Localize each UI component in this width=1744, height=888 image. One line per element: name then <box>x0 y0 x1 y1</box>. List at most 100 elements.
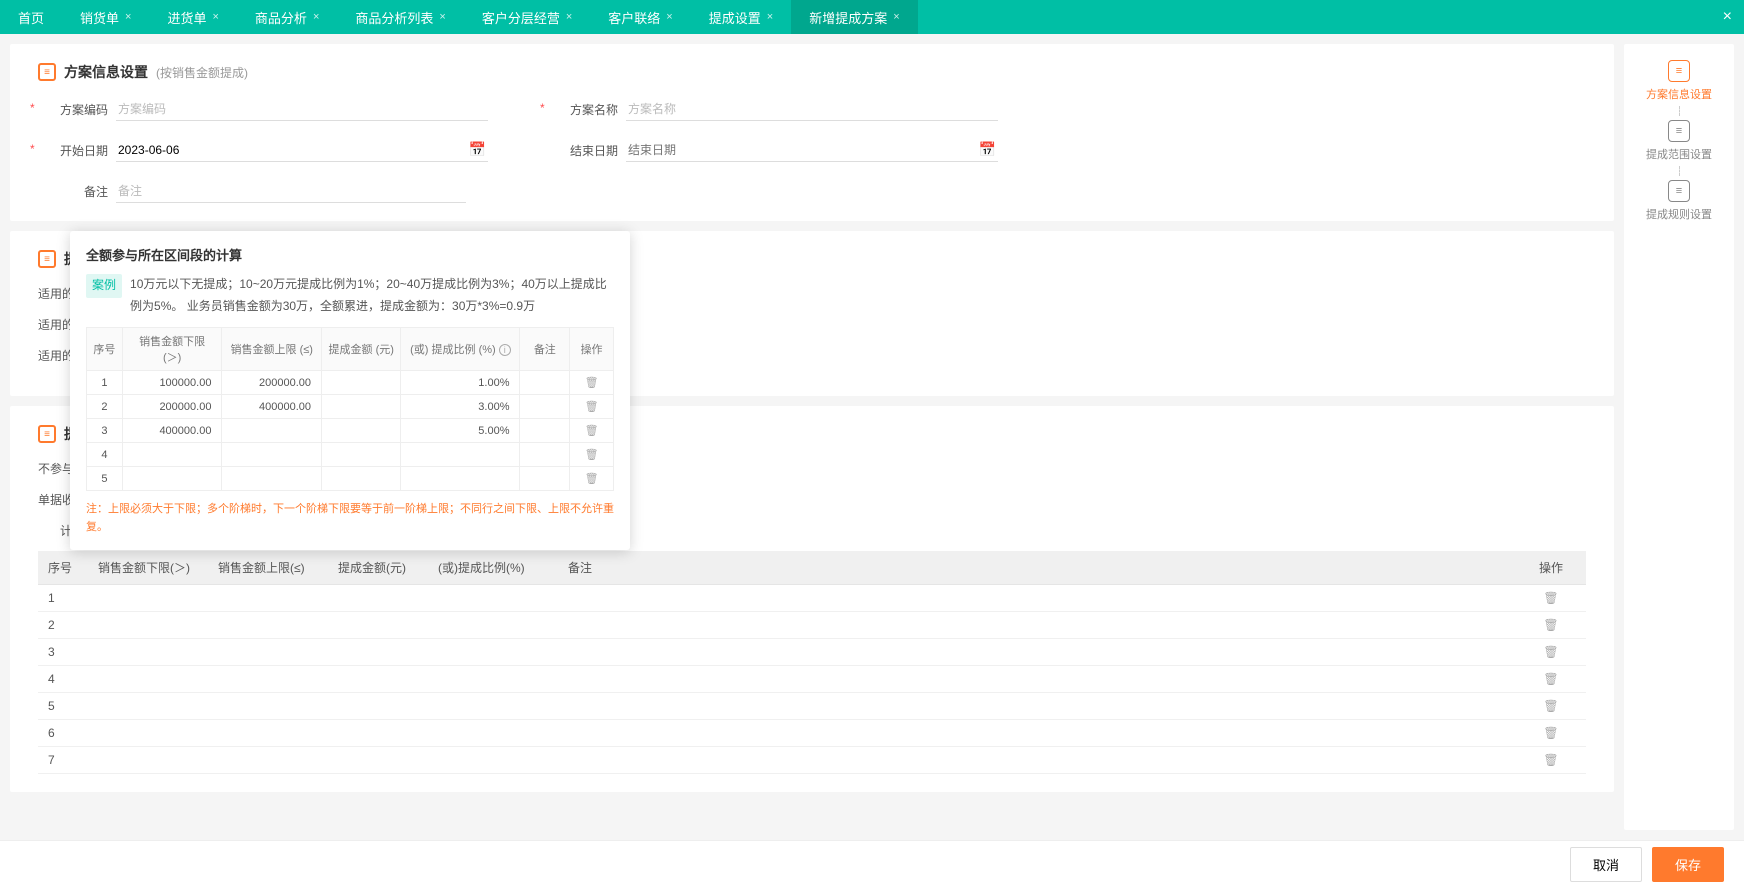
step-icon: ≡ <box>1668 180 1690 202</box>
step-connector <box>1679 106 1680 116</box>
step-icon: ≡ <box>1668 60 1690 82</box>
step-info[interactable]: ≡ 方案信息设置 <box>1646 60 1712 102</box>
right-step-nav: ≡ 方案信息设置 ≡ 提成范围设置 ≡ 提成规则设置 <box>1624 44 1734 830</box>
rule-row[interactable]: 6🗑 <box>38 720 1586 747</box>
step-rule[interactable]: ≡ 提成规则设置 <box>1646 180 1712 222</box>
close-icon[interactable]: × <box>666 11 672 23</box>
col-low: 销售金额下限 (＞) <box>122 328 222 371</box>
close-all-icon[interactable]: × <box>1723 8 1732 26</box>
close-icon[interactable]: × <box>125 11 131 23</box>
tab-item-3[interactable]: 商品分析列表 × <box>337 0 463 34</box>
delete-icon[interactable]: 🗑 <box>1543 726 1558 740</box>
tab-item-0[interactable]: 销货单 × <box>62 0 149 34</box>
step-label: 方案信息设置 <box>1646 86 1712 102</box>
step-range[interactable]: ≡ 提成范围设置 <box>1646 120 1712 162</box>
delete-icon[interactable]: 🗑 <box>1543 645 1558 659</box>
info-icon[interactable]: i <box>499 344 511 356</box>
tab-label: 销货单 <box>80 8 119 27</box>
section-range: ≡ 提成范围设 适用的商品 适用的客户 适用的员工 全额参与所在区间段的计算 案… <box>10 231 1614 396</box>
tab-bar: 首页 销货单 × 进货单 × 商品分析 × 商品分析列表 × 客户分层经营 × 客户联络 ×… <box>0 0 1744 34</box>
close-icon[interactable]: × <box>313 11 319 23</box>
close-icon[interactable]: × <box>893 11 899 23</box>
delete-icon[interactable]: 🗑 <box>585 401 599 413</box>
col-op: 操作 <box>570 328 614 371</box>
example-row: 2200000.00400000.003.00%🗑 <box>87 395 614 419</box>
rule-row[interactable]: 3🗑 <box>38 639 1586 666</box>
delete-icon[interactable]: 🗑 <box>585 449 599 461</box>
delete-icon[interactable]: 🗑 <box>1543 618 1558 632</box>
example-row: 5🗑 <box>87 467 614 491</box>
tab-label: 提成设置 <box>709 8 761 27</box>
tab-label: 客户分层经营 <box>482 8 560 27</box>
tab-item-7[interactable]: 新增提成方案 × <box>791 0 917 34</box>
close-icon[interactable]: × <box>767 11 773 23</box>
example-text: 10万元以下无提成；10~20万元提成比例为1%；20~40万提成比例为3%；4… <box>130 274 614 317</box>
popover-title: 全额参与所在区间段的计算 <box>86 245 614 264</box>
section-info-sub: (按销售金额提成) <box>156 64 248 81</box>
col-up: 销售金额上限 (≤) <box>222 328 322 371</box>
end-date-label: 结束日期 <box>548 142 618 159</box>
name-label: *方案名称 <box>548 101 618 118</box>
tab-label: 商品分析 <box>255 8 307 27</box>
col-note: 备注 <box>520 328 570 371</box>
delete-icon[interactable]: 🗑 <box>585 473 599 485</box>
section-info-title: 方案信息设置 <box>64 62 148 82</box>
step-label: 提成范围设置 <box>1646 146 1712 162</box>
tab-label: 进货单 <box>167 8 206 27</box>
code-label: *方案编码 <box>38 101 108 118</box>
rule-row[interactable]: 5🗑 <box>38 693 1586 720</box>
rule-row[interactable]: 1🗑 <box>38 585 1586 612</box>
start-date-label: *开始日期 <box>38 142 108 159</box>
end-date-input[interactable] <box>626 139 998 162</box>
calendar-icon[interactable]: 📅 <box>469 141 486 158</box>
tab-item-2[interactable]: 商品分析 × <box>237 0 337 34</box>
calendar-icon[interactable]: 📅 <box>979 141 996 158</box>
col-up: 销售金额上限(≤) <box>208 551 328 585</box>
col-amt: 提成金额 (元) <box>322 328 401 371</box>
delete-icon[interactable]: 🗑 <box>1543 591 1558 605</box>
tab-label: 新增提成方案 <box>809 8 887 27</box>
close-icon[interactable]: × <box>212 11 218 23</box>
tab-label: 客户联络 <box>608 8 660 27</box>
delete-icon[interactable]: 🗑 <box>1543 699 1558 713</box>
delete-icon[interactable]: 🗑 <box>585 377 599 389</box>
tab-item-1[interactable]: 进货单 × <box>149 0 236 34</box>
example-table: 序号 销售金额下限 (＞) 销售金额上限 (≤) 提成金额 (元) (或) 提成… <box>86 327 614 491</box>
step-connector <box>1679 166 1680 176</box>
rule-row[interactable]: 4🗑 <box>38 666 1586 693</box>
rule-row[interactable]: 7🗑 <box>38 747 1586 774</box>
col-pct: (或)提成比例(%) <box>428 551 558 585</box>
example-row: 4🗑 <box>87 443 614 467</box>
save-button[interactable]: 保存 <box>1652 847 1724 882</box>
tab-label: 商品分析列表 <box>355 8 433 27</box>
step-label: 提成规则设置 <box>1646 206 1712 222</box>
tab-item-4[interactable]: 客户分层经营 × <box>464 0 590 34</box>
code-input[interactable] <box>116 98 488 121</box>
close-icon[interactable]: × <box>566 11 572 23</box>
col-low: 销售金额下限(＞) <box>88 551 208 585</box>
remark-input[interactable] <box>116 180 466 203</box>
delete-icon[interactable]: 🗑 <box>1543 753 1558 767</box>
step-icon: ≡ <box>1668 120 1690 142</box>
delete-icon[interactable]: 🗑 <box>1543 672 1558 686</box>
popover-note: 注：上限必须大于下限；多个阶梯时，下一个阶梯下限要等于前一阶梯上限；不同行之间下… <box>86 501 614 536</box>
rule-row[interactable]: 2🗑 <box>38 612 1586 639</box>
col-op: 操作 <box>1516 551 1586 585</box>
section-icon: ≡ <box>38 250 56 268</box>
tab-home-label: 首页 <box>18 8 44 27</box>
delete-icon[interactable]: 🗑 <box>585 425 599 437</box>
start-date-input[interactable] <box>116 139 488 162</box>
tab-item-5[interactable]: 客户联络 × <box>590 0 690 34</box>
cancel-button[interactable]: 取消 <box>1570 847 1642 882</box>
example-row: 1100000.00200000.001.00%🗑 <box>87 371 614 395</box>
tab-item-6[interactable]: 提成设置 × <box>691 0 791 34</box>
name-input[interactable] <box>626 98 998 121</box>
footer: 取消 保存 <box>0 840 1744 888</box>
col-seq: 序号 <box>87 328 123 371</box>
tab-home[interactable]: 首页 <box>0 0 62 34</box>
col-amt: 提成金额(元) <box>328 551 428 585</box>
col-seq: 序号 <box>38 551 88 585</box>
col-pct: (或) 提成比例 (%) i <box>401 328 520 371</box>
section-icon: ≡ <box>38 425 56 443</box>
close-icon[interactable]: × <box>439 11 445 23</box>
